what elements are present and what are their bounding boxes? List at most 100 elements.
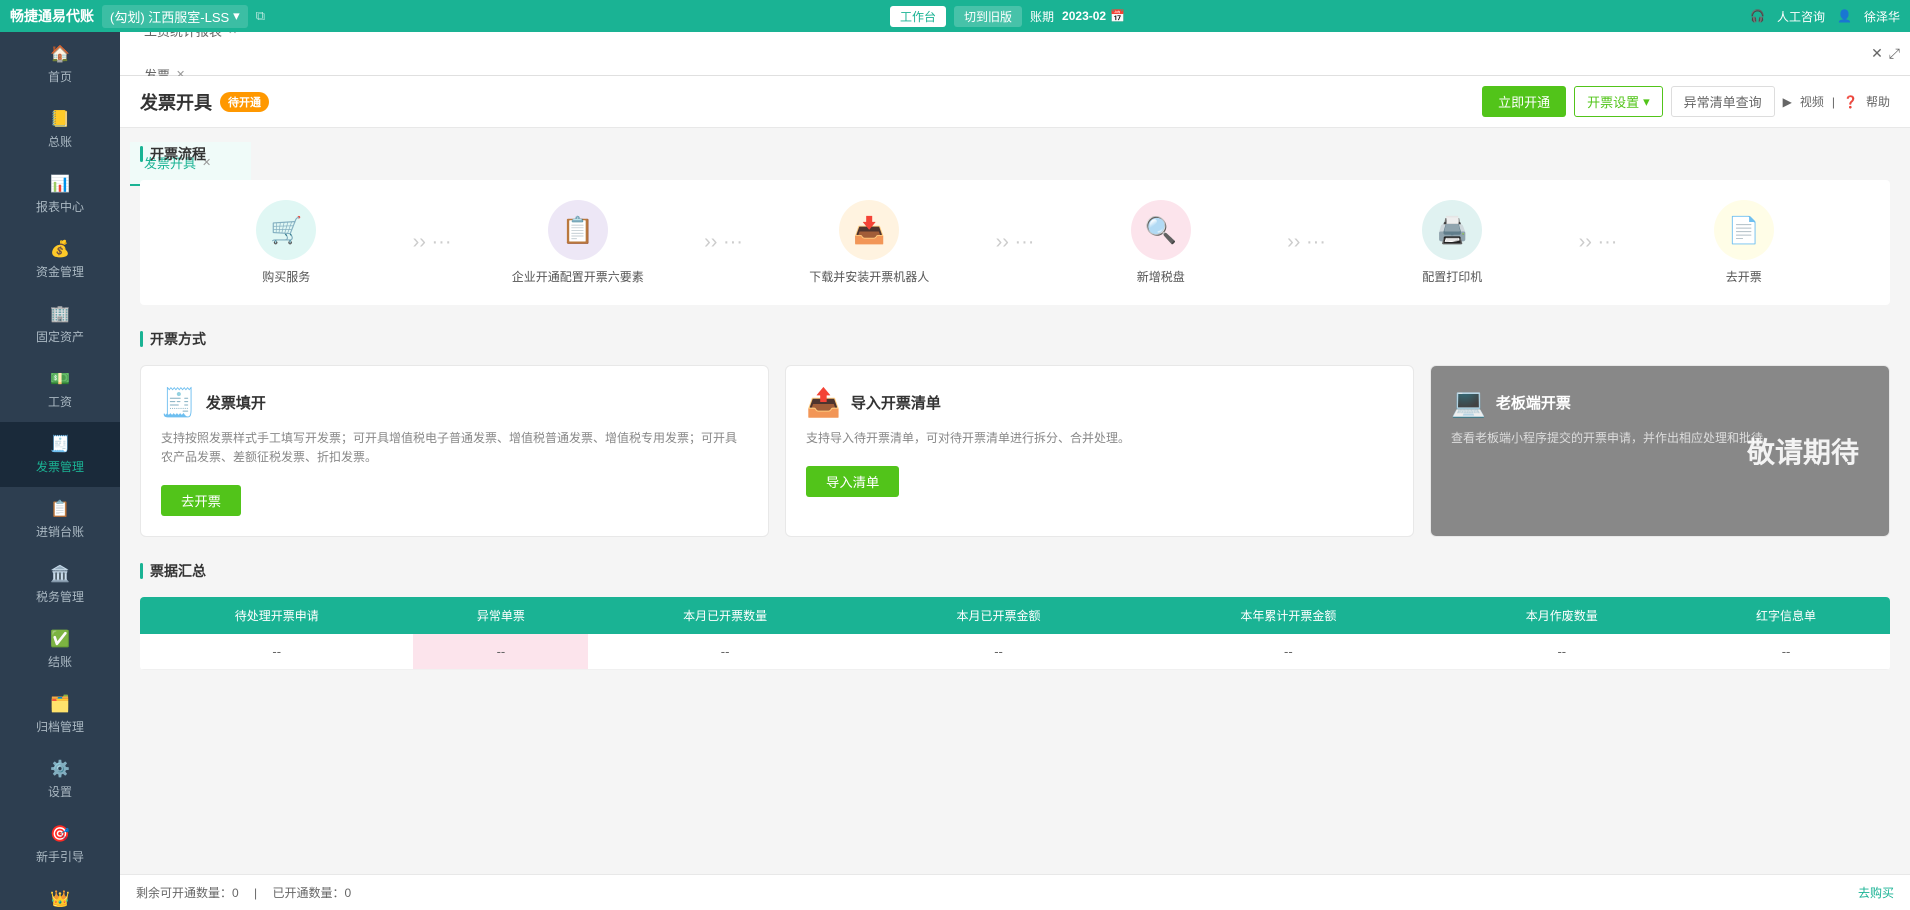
billing-card-header-0: 🧾 发票填开 (161, 386, 748, 419)
nav-icon: 📋 (50, 499, 70, 519)
sidebar-item-进销台账[interactable]: 📋 进销台账 (0, 487, 120, 552)
nav-label: 税务管理 (36, 588, 84, 605)
summary-th-3: 本月已开票金额 (862, 597, 1135, 634)
app-body: 🏠首页 📒 总账 📊报表中心 💰 资金管理 🏢固定资产💵工资🧾发票管理 📋 进销台账 🏛️ 税务管理… (0, 32, 1910, 910)
nav-icon: 🏠 (50, 44, 70, 64)
sidebar-item-税务管理[interactable]: 🏛️ 税务管理 (0, 552, 120, 617)
summary-header-row: 待处理开票申请异常单票本月已开票数量本月已开票金额本年累计开票金额本月作废数量红… (140, 597, 1890, 634)
app-logo: 畅捷通易代账 (10, 6, 94, 26)
tab-controls: ✕ ⤢ (1871, 45, 1900, 62)
nav-icon: 🗂️ (50, 694, 70, 714)
billing-card-header-2: 💻 老板端开票 (1451, 386, 1869, 419)
period-value: 2023-02 (1062, 9, 1106, 23)
summary-th-5: 本月作废数量 (1442, 597, 1683, 634)
main-area: 首页工资表✕工资统计报表✕发票✕发票测算✕发票开具✕ ✕ ⤢ 发票开具 待开通 … (120, 32, 1910, 910)
chevron-down-icon: ▾ (233, 8, 240, 24)
tab-close-icon[interactable]: ✕ (228, 32, 237, 37)
process-circle-5: 📄 (1714, 200, 1774, 260)
billing-card-btn-1[interactable]: 导入清单 (806, 466, 899, 497)
summary-td-1: -- (413, 634, 588, 670)
billing-section-title: 开票方式 (140, 329, 1890, 349)
settings-button[interactable]: 开票设置 ▾ (1574, 86, 1663, 117)
sidebar-item-固定资产[interactable]: 🏢固定资产 (0, 292, 120, 357)
summary-section-title: 票据汇总 (140, 561, 1890, 581)
sidebar-item-总账[interactable]: 📒 总账 (0, 97, 120, 162)
sidebar-item-资金管理[interactable]: 💰 资金管理 (0, 227, 120, 292)
tab-工资统计报表[interactable]: 工资统计报表✕ (130, 32, 251, 54)
nav-label: 总账 (48, 133, 72, 150)
process-step-1: 📋 企业开通配置开票六要素 (451, 200, 704, 285)
process-label-2: 下载并安装开票机器人 (809, 268, 929, 285)
video-icon: ▶ (1783, 95, 1792, 109)
billing-card-icon-1: 📤 (806, 386, 841, 419)
summary-td-4: -- (1135, 634, 1441, 670)
tab-restore-button[interactable]: ⤢ (1889, 45, 1900, 62)
nav-icon: 💰 (50, 239, 70, 259)
switch-old-button[interactable]: 切到旧版 (954, 6, 1022, 27)
summary-th-0: 待处理开票申请 (140, 597, 413, 634)
process-arrow-1: ›› ··· (704, 231, 743, 254)
nav-icon: 📒 (50, 109, 70, 129)
company-selector[interactable]: (勾划) 江西服室-LSS ▾ (102, 5, 248, 28)
billing-card-1: 📤 导入开票清单 支持导入待开票清单，可对待开票清单进行拆分、合并处理。 导入清… (785, 365, 1414, 537)
summary-td-5: -- (1442, 634, 1683, 670)
nav-icon: ⚙️ (50, 759, 70, 779)
process-arrow-2: ›› ··· (996, 231, 1035, 254)
help-icon: ❓ (1843, 95, 1858, 109)
process-arrow-3: ›› ··· (1287, 231, 1326, 254)
process-step-3: 🔍 新增税盘 (1034, 200, 1287, 285)
period-display: 账期 2023-02 📅 (1030, 6, 1125, 27)
service-label[interactable]: 人工咨询 (1777, 8, 1825, 25)
sidebar-item-归档管理[interactable]: 🗂️ 归档管理 (0, 682, 120, 747)
buy-link[interactable]: 去购买 (1858, 884, 1894, 901)
summary-td-6: -- (1682, 634, 1890, 670)
sidebar-item-结账[interactable]: ✅结账 (0, 617, 120, 682)
sidebar-item-首页[interactable]: 🏠首页 (0, 32, 120, 97)
sidebar-item-新手引导[interactable]: 🎯新手引导 (0, 812, 120, 877)
nav-icon: ✅ (50, 629, 70, 649)
sidebar-item-报表中心[interactable]: 📊报表中心 (0, 162, 120, 227)
avatar-icon: 👤 (1837, 9, 1852, 23)
copy-icon: ⧉ (256, 8, 265, 24)
nav-label: 进销台账 (36, 523, 84, 540)
status-badge: 待开通 (220, 92, 269, 112)
sidebar-item-发票管理[interactable]: 🧾发票管理 (0, 422, 120, 487)
process-step-0: 🛒 购买服务 (160, 200, 413, 285)
nav-label: 发票管理 (36, 458, 84, 475)
nav-icon: 🏛️ (50, 564, 70, 584)
nav-icon: 💵 (50, 369, 70, 389)
activate-button[interactable]: 立即开通 (1482, 86, 1566, 117)
summary-td-0: -- (140, 634, 413, 670)
process-label-5: 去开票 (1726, 268, 1762, 285)
username[interactable]: 徐泽华 (1864, 8, 1900, 25)
calendar-icon[interactable]: 📅 (1110, 9, 1125, 23)
sidebar-item-畅会员[interactable]: 👑畅会员 (0, 877, 120, 910)
top-bar-center: 工作台 切到旧版 账期 2023-02 📅 (890, 6, 1125, 27)
query-button[interactable]: 异常清单查询 (1671, 86, 1775, 117)
help-label[interactable]: 帮助 (1866, 93, 1890, 110)
sidebar-item-设置[interactable]: ⚙️设置 (0, 747, 120, 812)
chevron-down-icon: ▾ (1643, 94, 1650, 110)
process-label-0: 购买服务 (262, 268, 310, 285)
nav-label: 资金管理 (36, 263, 84, 280)
period-label: 账期 (1030, 8, 1054, 25)
sidebar: 🏠首页 📒 总账 📊报表中心 💰 资金管理 🏢固定资产💵工资🧾发票管理 📋 进销台账 🏛️ 税务管理… (0, 32, 120, 910)
view-label[interactable]: 视频 (1800, 93, 1824, 110)
summary-table-body: -------------- (140, 634, 1890, 670)
top-bar-left: 畅捷通易代账 (勾划) 江西服室-LSS ▾ ⧉ (10, 5, 265, 28)
billing-card-desc-1: 支持导入待开票清单，可对待开票清单进行拆分、合并处理。 (806, 429, 1393, 448)
process-circle-4: 🖨️ (1422, 200, 1482, 260)
process-circle-3: 🔍 (1131, 200, 1191, 260)
billing-card-title-1: 导入开票清单 (851, 392, 941, 413)
workspace-button[interactable]: 工作台 (890, 6, 946, 27)
sidebar-item-工资[interactable]: 💵工资 (0, 357, 120, 422)
header-info: ▶ 视频 | ❓ 帮助 (1783, 93, 1890, 110)
billing-card-btn-0[interactable]: 去开票 (161, 485, 241, 516)
process-circle-2: 📥 (839, 200, 899, 260)
bottom-bar-left: 剩余可开通数量：0 | 已开通数量：0 (136, 884, 351, 901)
billing-card-title-2: 老板端开票 (1496, 392, 1571, 413)
customer-service-icon: 🎧 (1750, 9, 1765, 23)
tab-close-button[interactable]: ✕ (1871, 45, 1883, 62)
nav-label: 归档管理 (36, 718, 84, 735)
settings-label: 开票设置 (1587, 92, 1639, 111)
